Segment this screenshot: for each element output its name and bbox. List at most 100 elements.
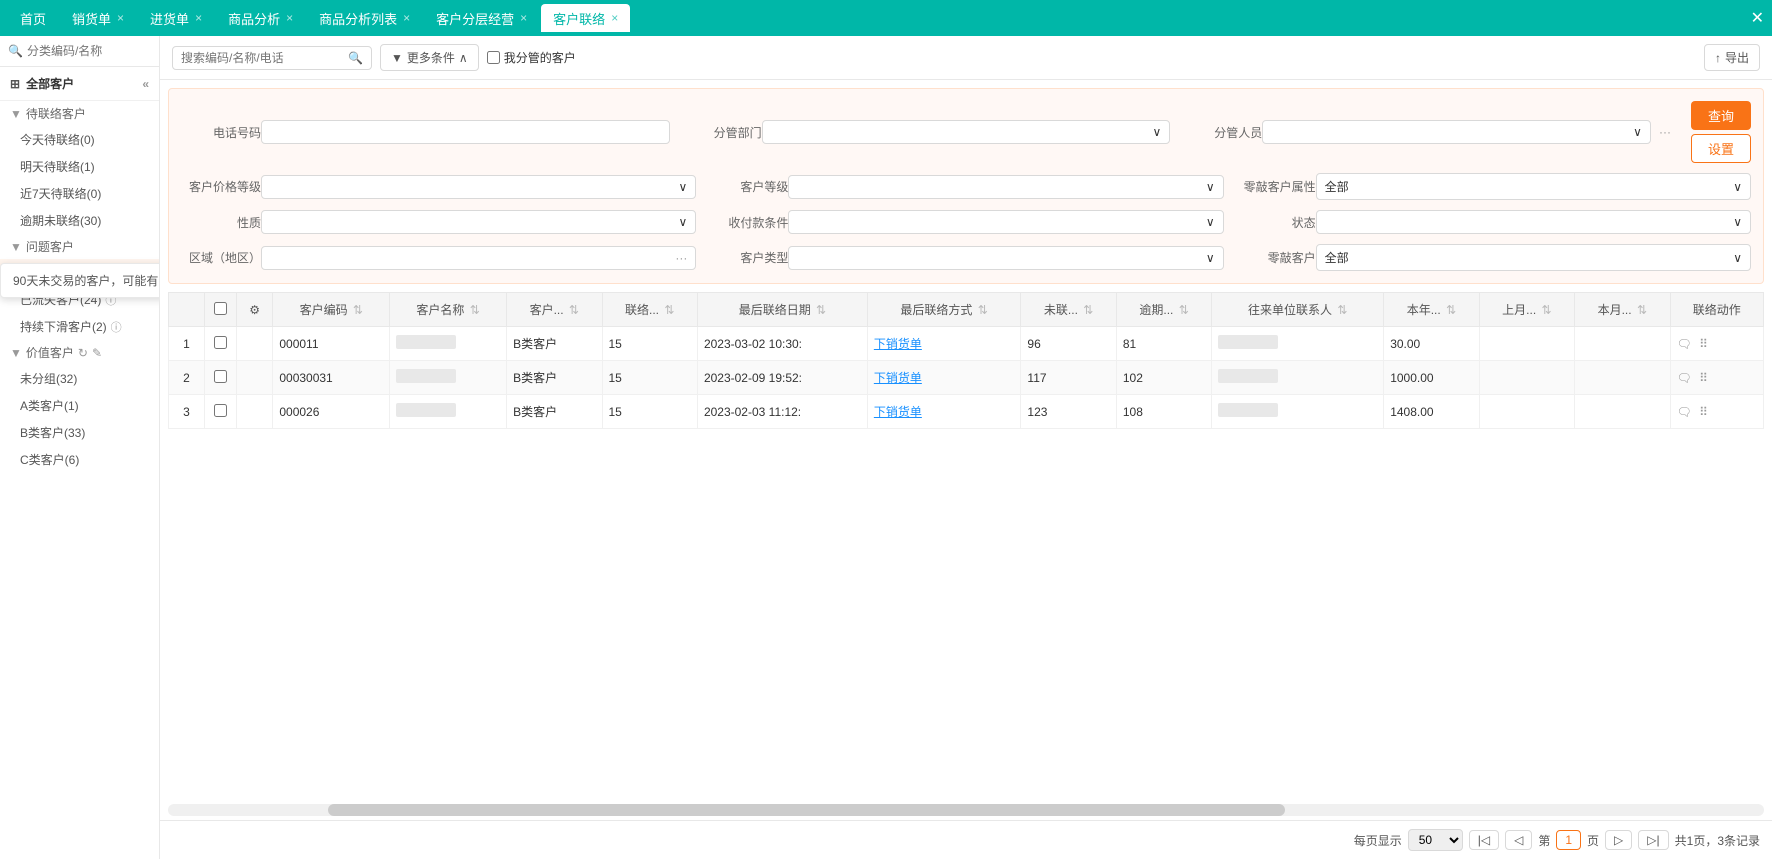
window-close-button[interactable]: ✕ — [1751, 8, 1764, 28]
manager-more-icon[interactable]: ··· — [1659, 125, 1671, 139]
action-chat-icon[interactable]: 🗨 — [1677, 371, 1692, 385]
filter-price-level-select[interactable]: ∨ — [261, 175, 696, 199]
current-page: 1 — [1556, 830, 1581, 850]
sidebar-item-ungrouped[interactable]: 未分组(32) — [0, 365, 159, 392]
row-checkbox[interactable] — [214, 336, 227, 349]
tab-sales[interactable]: 销货单 × — [60, 4, 136, 32]
row-checkbox[interactable] — [214, 404, 227, 417]
settings-icon: ⚙ — [249, 303, 260, 317]
tab-customer-contact-close[interactable]: × — [611, 11, 618, 25]
sidebar-item-today[interactable]: 今天待联络(0) — [0, 126, 159, 153]
filter-region-select[interactable]: ··· — [261, 246, 696, 270]
th-settings[interactable]: ⚙ — [237, 293, 273, 327]
tab-customer-segment-close[interactable]: × — [520, 11, 527, 25]
tab-customer-segment[interactable]: 客户分层经营 × — [424, 4, 539, 32]
sidebar-item-b-class[interactable]: B类客户(33) — [0, 419, 159, 446]
sort-date-icon: ⇅ — [816, 303, 826, 317]
next-page-button[interactable]: ▷ — [1605, 830, 1632, 850]
cell-last-date: 2023-02-03 11:12: — [697, 395, 867, 429]
th-contact[interactable]: 联络... ⇅ — [602, 293, 697, 327]
action-more-icon[interactable]: ⠿ — [1699, 405, 1708, 419]
cell-last-month — [1479, 327, 1574, 361]
region-more-icon[interactable]: ··· — [675, 251, 687, 265]
tab-purchase[interactable]: 进货单 × — [138, 4, 214, 32]
cell-last-method: 下销货单 — [867, 361, 1021, 395]
action-more-icon[interactable]: ⠿ — [1699, 337, 1708, 351]
th-type[interactable]: 客户... ⇅ — [507, 293, 602, 327]
filter-dept-select[interactable]: ∨ — [762, 120, 1171, 144]
th-this-year[interactable]: 本年... ⇅ — [1384, 293, 1479, 327]
sort-nocontact-icon: ⇅ — [1083, 303, 1093, 317]
filter-manager-select[interactable]: ∨ — [1262, 120, 1651, 144]
row-checkbox[interactable] — [214, 370, 227, 383]
th-unit-contact[interactable]: 往来单位联系人 ⇅ — [1212, 293, 1384, 327]
method-link[interactable]: 下销货单 — [874, 405, 922, 419]
search-input[interactable] — [181, 51, 348, 65]
filter-zero-customer-select[interactable]: 全部 ∨ — [1316, 244, 1751, 271]
scrollbar-thumb[interactable] — [328, 804, 1286, 816]
tab-product-list-close[interactable]: × — [403, 11, 410, 25]
th-last-month[interactable]: 上月... ⇅ — [1479, 293, 1574, 327]
search-icon-toolbar[interactable]: 🔍 — [348, 51, 363, 65]
sort-code-icon: ⇅ — [353, 303, 363, 317]
filter-customer-type-select[interactable]: ∨ — [788, 246, 1223, 270]
cell-contact: 15 — [602, 361, 697, 395]
export-button[interactable]: ↑ 导出 — [1704, 44, 1760, 71]
tab-product-analysis-close[interactable]: × — [286, 11, 293, 25]
cell-last-date: 2023-03-02 10:30: — [697, 327, 867, 361]
my-customers-checkbox-label[interactable]: 我分管的客户 — [487, 49, 576, 66]
action-more-icon[interactable]: ⠿ — [1699, 371, 1708, 385]
page-size-select[interactable]: 50 20 100 — [1408, 829, 1463, 851]
query-button[interactable]: 查询 — [1691, 101, 1751, 130]
filter-zero-attr-select[interactable]: 全部 ∨ — [1316, 173, 1751, 200]
filter-nature-select[interactable]: ∨ — [261, 210, 696, 234]
sidebar-item-declining[interactable]: 持续下滑客户(2) ⓘ — [0, 313, 159, 340]
filter-payment-select[interactable]: ∨ — [788, 210, 1223, 234]
more-conditions-button[interactable]: ▼ 更多条件 ∧ — [380, 44, 479, 71]
sidebar-group-problem[interactable]: ▼ 问题客户 — [0, 234, 159, 259]
horizontal-scrollbar[interactable] — [168, 804, 1764, 816]
tab-product-list[interactable]: 商品分析列表 × — [307, 4, 422, 32]
tab-home[interactable]: 首页 — [8, 4, 58, 32]
filter-customer-level-select[interactable]: ∨ — [788, 175, 1223, 199]
refresh-icon[interactable]: ↻ — [78, 346, 88, 360]
my-customers-checkbox[interactable] — [487, 51, 500, 64]
action-chat-icon[interactable]: 🗨 — [1677, 337, 1692, 351]
blurred-name — [396, 403, 456, 417]
filter-row-2: 客户价格等级 ∨ 客户等级 ∨ 零敲客户属性 全部 — [181, 173, 1751, 200]
sidebar-all-customers[interactable]: ⊞ 全部客户 « — [0, 67, 159, 101]
first-page-button[interactable]: |◁ — [1469, 830, 1499, 850]
filter-status-select[interactable]: ∨ — [1316, 210, 1751, 234]
method-link[interactable]: 下销货单 — [874, 337, 922, 351]
last-page-button[interactable]: ▷| — [1638, 830, 1668, 850]
method-link[interactable]: 下销货单 — [874, 371, 922, 385]
th-last-date[interactable]: 最后联络日期 ⇅ — [697, 293, 867, 327]
cell-last-method: 下销货单 — [867, 395, 1021, 429]
tab-customer-contact[interactable]: 客户联络 × — [541, 4, 630, 32]
tab-sales-close[interactable]: × — [117, 11, 124, 25]
prev-page-button[interactable]: ◁ — [1505, 830, 1532, 850]
tab-product-analysis[interactable]: 商品分析 × — [216, 4, 305, 32]
sidebar-group-pending[interactable]: ▼ 待联络客户 — [0, 101, 159, 126]
th-name[interactable]: 客户名称 ⇅ — [390, 293, 507, 327]
th-this-month[interactable]: 本月... ⇅ — [1575, 293, 1670, 327]
th-overdue[interactable]: 逾期... ⇅ — [1116, 293, 1211, 327]
filter-panel: 电话号码 分管部门 ∨ 分管人员 ∨ ··· — [168, 88, 1764, 284]
th-code[interactable]: 客户编码 ⇅ — [273, 293, 390, 327]
select-all-checkbox[interactable] — [214, 302, 227, 315]
filter-phone-input[interactable] — [261, 120, 670, 144]
edit-icon[interactable]: ✎ — [92, 346, 102, 360]
cell-settings — [237, 395, 273, 429]
sidebar-item-overdue[interactable]: 逾期未联络(30) — [0, 207, 159, 234]
sidebar-item-7days[interactable]: 近7天待联络(0) — [0, 180, 159, 207]
sidebar-group-value[interactable]: ▼ 价值客户 ↻ ✎ — [0, 340, 159, 365]
th-no-contact[interactable]: 未联... ⇅ — [1021, 293, 1116, 327]
action-chat-icon[interactable]: 🗨 — [1677, 405, 1692, 419]
sidebar-item-c-class[interactable]: C类客户(6) — [0, 446, 159, 473]
sidebar-item-tomorrow[interactable]: 明天待联络(1) — [0, 153, 159, 180]
th-last-method[interactable]: 最后联络方式 ⇅ — [867, 293, 1021, 327]
sidebar-search-input[interactable] — [27, 44, 160, 58]
tab-purchase-close[interactable]: × — [195, 11, 202, 25]
filter-settings-button[interactable]: 设置 — [1691, 134, 1751, 163]
sidebar-item-a-class[interactable]: A类客户(1) — [0, 392, 159, 419]
